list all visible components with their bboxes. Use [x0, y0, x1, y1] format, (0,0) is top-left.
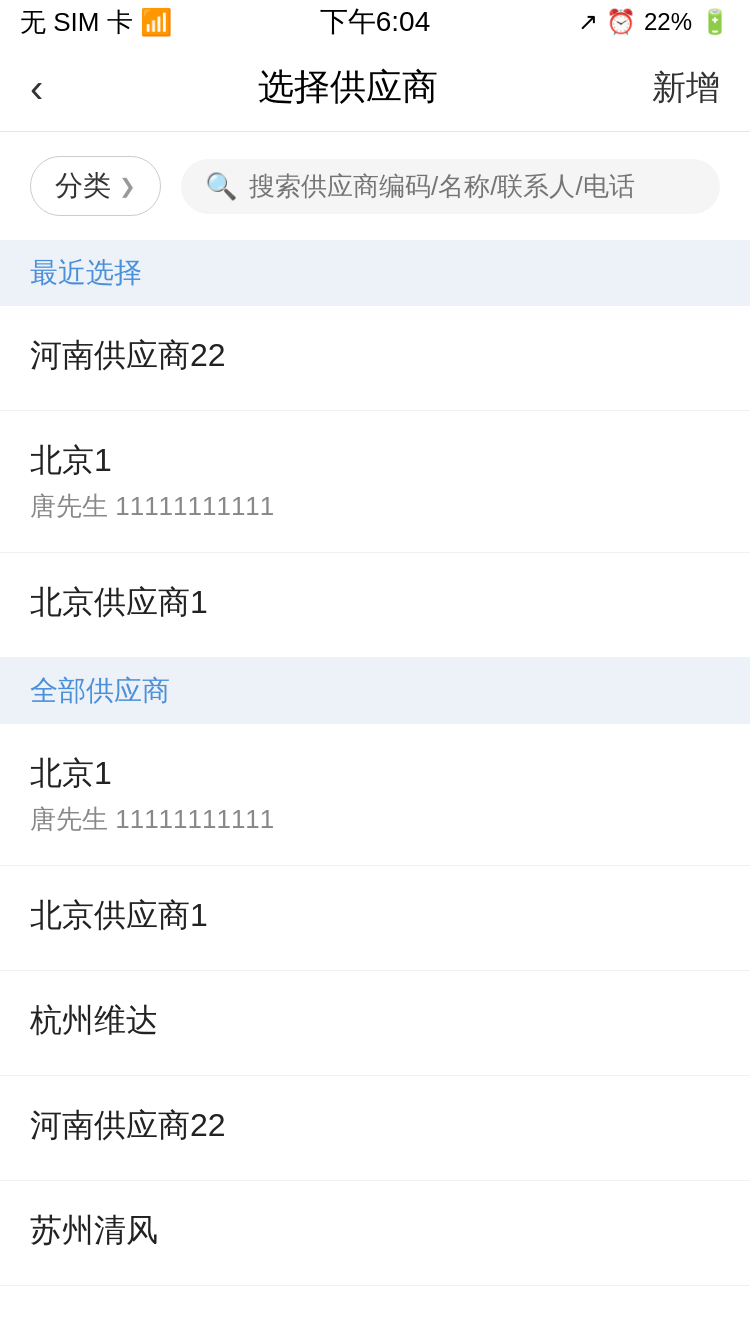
all-section-header: 全部供应商 — [0, 658, 750, 724]
all-item-1[interactable]: 北京1 唐先生 11111111111 — [0, 724, 750, 866]
chevron-right-icon: ❯ — [119, 174, 136, 198]
all-item-1-sub: 唐先生 11111111111 — [30, 802, 720, 837]
recent-item-3[interactable]: 北京供应商1 — [0, 553, 750, 658]
battery-icon: 🔋 — [700, 8, 730, 36]
status-bar: 无 SIM 卡 📶 下午6:04 ↗ ⏰ 22% 🔋 — [0, 0, 750, 44]
recent-item-1[interactable]: 河南供应商22 — [0, 306, 750, 411]
add-button[interactable]: 新增 — [652, 65, 720, 111]
battery-text: 22% — [644, 8, 692, 36]
all-item-1-name: 北京1 — [30, 752, 720, 796]
search-input[interactable] — [249, 171, 696, 202]
status-carrier: 无 SIM 卡 📶 — [20, 5, 172, 40]
search-box[interactable]: 🔍 — [181, 159, 720, 214]
all-item-2-name: 北京供应商1 — [30, 894, 720, 938]
recent-item-2-sub: 唐先生 11111111111 — [30, 489, 720, 524]
recent-item-2-name: 北京1 — [30, 439, 720, 483]
all-item-4[interactable]: 河南供应商22 — [0, 1076, 750, 1181]
all-items-list: 北京1 唐先生 11111111111 北京供应商1 杭州维达 河南供应商22 … — [0, 724, 750, 1286]
page-title: 选择供应商 — [258, 63, 438, 112]
back-button[interactable]: ‹ — [30, 68, 43, 108]
recent-section-label: 最近选择 — [30, 257, 142, 288]
category-filter[interactable]: 分类 ❯ — [30, 156, 161, 216]
alarm-icon: ⏰ — [606, 8, 636, 36]
search-icon: 🔍 — [205, 171, 237, 202]
all-item-5[interactable]: 苏州清风 — [0, 1181, 750, 1286]
all-item-4-name: 河南供应商22 — [30, 1104, 720, 1148]
status-time: 下午6:04 — [320, 3, 431, 41]
all-item-2[interactable]: 北京供应商1 — [0, 866, 750, 971]
location-icon: ↗ — [578, 8, 598, 36]
recent-items-list: 河南供应商22 北京1 唐先生 11111111111 北京供应商1 — [0, 306, 750, 658]
all-item-3-name: 杭州维达 — [30, 999, 720, 1043]
recent-item-1-name: 河南供应商22 — [30, 334, 720, 378]
recent-item-3-name: 北京供应商1 — [30, 581, 720, 625]
category-label: 分类 — [55, 167, 111, 205]
filter-bar: 分类 ❯ 🔍 — [0, 132, 750, 240]
recent-section-header: 最近选择 — [0, 240, 750, 306]
nav-bar: ‹ 选择供应商 新增 — [0, 44, 750, 132]
all-item-3[interactable]: 杭州维达 — [0, 971, 750, 1076]
recent-item-2[interactable]: 北京1 唐先生 11111111111 — [0, 411, 750, 553]
all-section-label: 全部供应商 — [30, 675, 170, 706]
all-item-5-name: 苏州清风 — [30, 1209, 720, 1253]
status-indicators: ↗ ⏰ 22% 🔋 — [578, 8, 730, 36]
